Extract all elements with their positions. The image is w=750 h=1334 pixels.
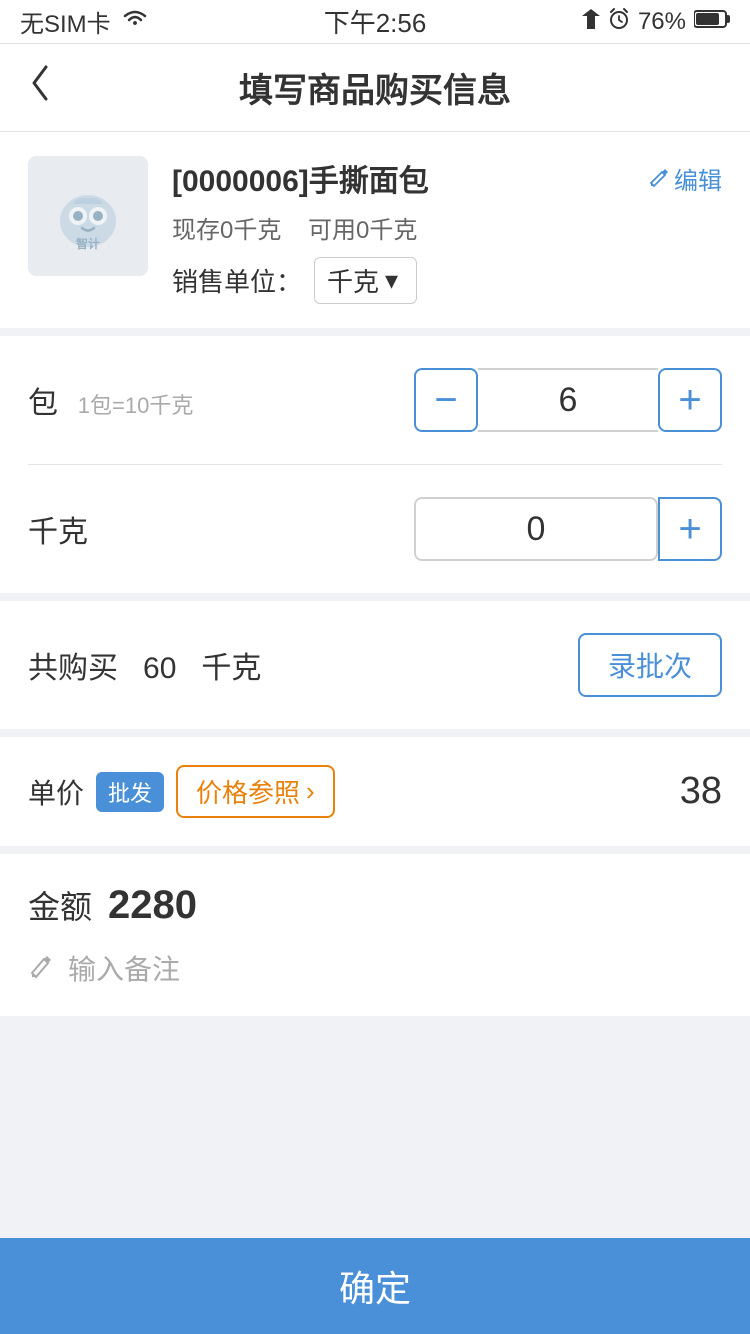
location-icon <box>582 8 600 36</box>
alarm-icon <box>608 7 630 36</box>
wifi-icon <box>121 8 149 36</box>
stock-info: 现存0千克 可用0千克 <box>172 210 722 245</box>
total-prefix: 共购买 <box>28 652 118 685</box>
bottom-spacer <box>0 1016 750 1216</box>
back-button[interactable] <box>28 63 52 112</box>
batch-button[interactable]: 录批次 <box>578 633 722 697</box>
edit-label: 编辑 <box>674 161 722 196</box>
bao-minus-button[interactable]: − <box>414 368 478 432</box>
battery-icon <box>694 8 730 36</box>
amount-label: 金额 <box>28 882 92 928</box>
status-bar: 无SIM卡 下午2:56 76% <box>0 0 750 44</box>
price-ref-button[interactable]: 价格参照 › <box>176 765 335 818</box>
kg-label-group: 千克 <box>28 507 88 551</box>
price-ref-label: 价格参照 <box>196 773 300 810</box>
price-section: 单价 批发 价格参照 › 38 <box>0 737 750 854</box>
amount-section: 金额 2280 输入备注 <box>0 854 750 1016</box>
product-name-row: [0000006]手撕面包 编辑 <box>172 156 722 200</box>
unit-row: 销售单位： 千克 ▾ <box>172 257 722 304</box>
bao-label: 包 <box>28 387 58 420</box>
price-label-group: 单价 批发 价格参照 › <box>28 765 335 818</box>
kg-label: 千克 <box>28 516 88 549</box>
available-label: 可用0千克 <box>308 217 417 244</box>
bao-plus-button[interactable]: + <box>658 368 722 432</box>
confirm-bar[interactable]: 确定 <box>0 1238 750 1334</box>
price-row: 单价 批发 价格参照 › 38 <box>28 765 722 846</box>
product-thumbnail: 智计 <box>28 156 148 276</box>
bao-row: 包 1包=10千克 − + <box>28 336 722 465</box>
product-info: [0000006]手撕面包 编辑 现存0千克 可用0千克 销售单位： 千克 ▾ <box>172 156 722 304</box>
carrier-label: 无SIM卡 <box>20 4 111 39</box>
remark-placeholder: 输入备注 <box>68 948 180 988</box>
amount-row: 金额 2280 <box>28 882 722 928</box>
edit-link[interactable]: 编辑 <box>648 161 722 196</box>
product-section: 智计 [0000006]手撕面包 编辑 现存0千克 可用0千克 销售单位： 千克 <box>0 132 750 336</box>
remark-row[interactable]: 输入备注 <box>28 948 722 988</box>
unit-prefix-label: 销售单位： <box>172 262 302 299</box>
price-value: 38 <box>680 770 722 813</box>
stock-label: 现存0千克 <box>172 217 281 244</box>
price-ref-arrow-icon: › <box>306 776 315 807</box>
battery-label: 76% <box>638 8 686 36</box>
price-label: 单价 <box>28 772 84 812</box>
svg-text:智计: 智计 <box>75 236 100 251</box>
total-amount: 60 <box>143 652 176 685</box>
total-unit: 千克 <box>201 652 261 685</box>
total-section: 共购买 60 千克 录批次 <box>0 593 750 737</box>
bao-hint: 1包=10千克 <box>78 393 194 418</box>
bao-quantity-control: − + <box>414 368 722 432</box>
product-full-name: [0000006]手撕面包 <box>172 156 429 200</box>
status-right: 76% <box>582 7 730 36</box>
nav-bar: 填写商品购买信息 <box>0 44 750 132</box>
quantity-section: 包 1包=10千克 − + 千克 + <box>0 336 750 593</box>
kg-quantity-input[interactable] <box>414 497 658 561</box>
total-text: 共购买 60 千克 <box>28 643 261 687</box>
unit-dropdown[interactable]: 千克 ▾ <box>314 257 417 304</box>
kg-quantity-control: + <box>414 497 722 561</box>
pencil-icon <box>28 951 56 986</box>
batch-tag: 批发 <box>96 772 164 812</box>
unit-value: 千克 <box>327 262 379 299</box>
status-time: 下午2:56 <box>324 3 427 40</box>
confirm-label: 确定 <box>339 1260 411 1312</box>
kg-row: 千克 + <box>28 465 722 593</box>
bao-quantity-input[interactable] <box>478 368 658 432</box>
page-title: 填写商品购买信息 <box>239 63 511 112</box>
dropdown-arrow-icon: ▾ <box>385 265 398 296</box>
status-left: 无SIM卡 <box>20 4 149 39</box>
kg-plus-button[interactable]: + <box>658 497 722 561</box>
bao-label-group: 包 1包=10千克 <box>28 378 193 422</box>
amount-value: 2280 <box>108 883 197 928</box>
